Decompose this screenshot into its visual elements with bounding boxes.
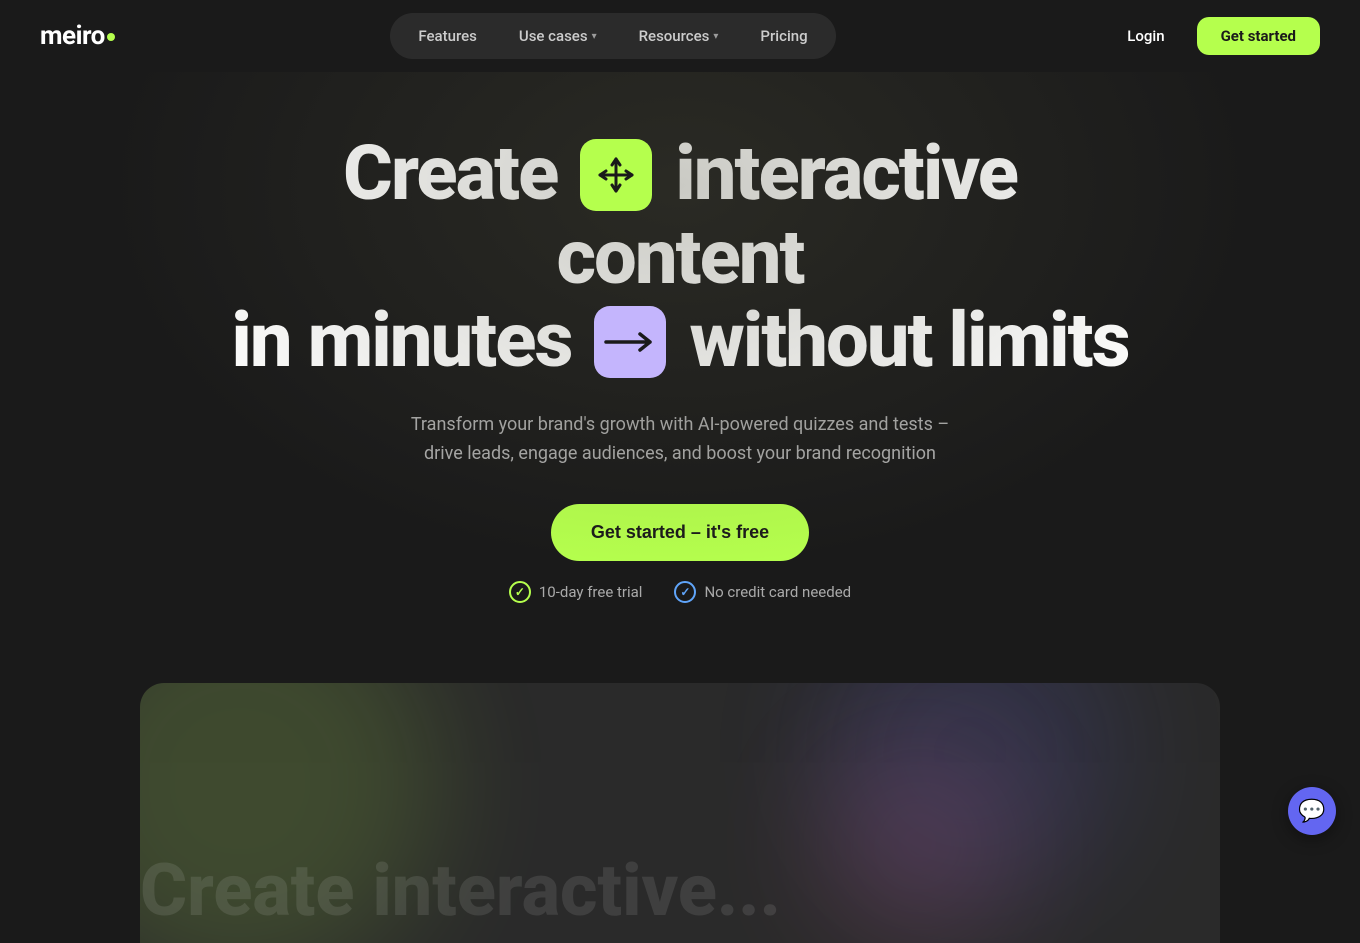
logo-text: meiro <box>40 21 115 51</box>
hero-title: Create interactive content in minutes wi… <box>230 132 1130 383</box>
check-circle-blue: ✓ <box>674 581 696 603</box>
nav-item-pricing[interactable]: Pricing <box>740 19 827 53</box>
nav-menu: Features Use cases ▾ Resources ▾ Pricing <box>390 13 835 59</box>
hero-subtitle: Transform your brand's growth with AI-po… <box>411 411 949 469</box>
trial-badge: ✓ 10-day free trial <box>509 581 643 603</box>
nav-item-resources[interactable]: Resources ▾ <box>619 19 739 53</box>
hero-cta-button[interactable]: Get started – it's free <box>551 504 809 561</box>
arrow-right-icon-badge <box>594 306 666 378</box>
logo[interactable]: meiro <box>40 21 115 51</box>
nav-right: Login Get started <box>1111 17 1320 55</box>
nav-item-use-cases[interactable]: Use cases ▾ <box>499 19 617 53</box>
crosshair-icon-badge <box>580 139 652 211</box>
preview-inner: Create interactive... <box>140 683 1220 943</box>
chat-icon: 💬 <box>1298 799 1325 824</box>
check-circle-green: ✓ <box>509 581 531 603</box>
get-started-nav-button[interactable]: Get started <box>1197 17 1320 55</box>
navigation: meiro Features Use cases ▾ Resources ▾ P… <box>0 0 1360 72</box>
login-button[interactable]: Login <box>1111 19 1180 53</box>
logo-dot <box>107 33 115 41</box>
preview-section: Create interactive... <box>140 683 1220 943</box>
chevron-down-icon: ▾ <box>592 31 597 42</box>
no-credit-card-badge: ✓ No credit card needed <box>674 581 851 603</box>
hero-badges: ✓ 10-day free trial ✓ No credit card nee… <box>509 581 851 603</box>
chat-widget[interactable]: 💬 <box>1288 787 1336 835</box>
crosshair-icon <box>596 155 636 195</box>
chevron-down-icon: ▾ <box>713 31 718 42</box>
hero-section: Create interactive content in minutes wi… <box>0 72 1360 643</box>
nav-item-features[interactable]: Features <box>398 19 496 53</box>
checkmark-icon: ✓ <box>515 585 525 599</box>
scroll-text-decoration: Create interactive... <box>140 848 781 933</box>
arrow-right-icon <box>602 330 658 354</box>
checkmark-icon: ✓ <box>680 585 690 599</box>
